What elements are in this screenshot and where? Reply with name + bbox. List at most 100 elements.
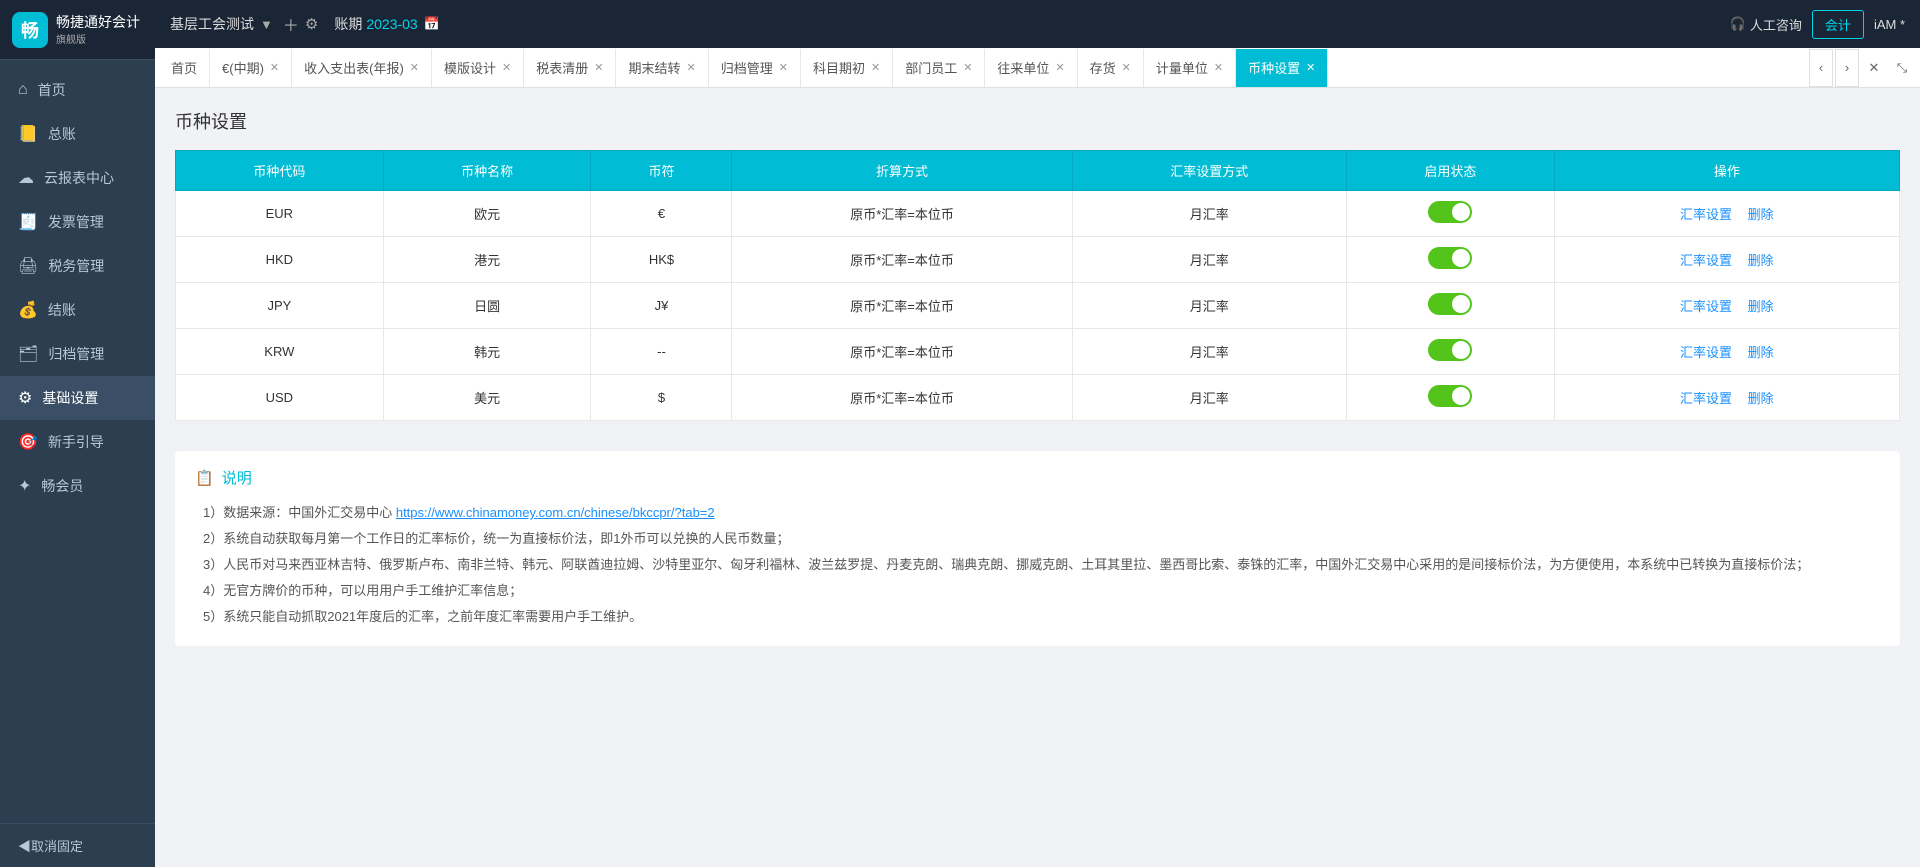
rate-settings-link[interactable]: 汇率设置 bbox=[1680, 299, 1732, 314]
delete-link[interactable]: 删除 bbox=[1748, 253, 1774, 268]
tab-home[interactable]: 首页 bbox=[159, 49, 210, 87]
add-company-icon[interactable]: ＋ bbox=[283, 12, 299, 36]
tab-close-icon[interactable]: ✕ bbox=[594, 61, 603, 74]
rate-settings-link[interactable]: 汇率设置 bbox=[1680, 253, 1732, 268]
sidebar-item-label: 发票管理 bbox=[48, 212, 104, 232]
tab-archive[interactable]: 归档管理 ✕ bbox=[709, 49, 801, 87]
main-content: 币种设置 币种代码 币种名称 币符 折算方式 汇率设置方式 启用状态 操作 EU… bbox=[155, 88, 1920, 867]
sidebar-item-guide[interactable]: 🎯 新手引导 bbox=[0, 420, 155, 464]
tab-prev-button[interactable]: ‹ bbox=[1809, 49, 1833, 87]
cell-symbol: $ bbox=[591, 375, 732, 421]
tab-income[interactable]: 收入支出表(年报) ✕ bbox=[292, 49, 432, 87]
tab-clients[interactable]: 往来单位 ✕ bbox=[985, 49, 1077, 87]
tab-close-icon[interactable]: ✕ bbox=[1122, 61, 1131, 74]
sidebar-item-member[interactable]: ✦ 畅会员 bbox=[0, 464, 155, 508]
delete-link[interactable]: 删除 bbox=[1748, 207, 1774, 222]
chinamoney-link[interactable]: https://www.chinamoney.com.cn/chinese/bk… bbox=[396, 505, 715, 520]
cell-status bbox=[1346, 329, 1554, 375]
tab-close-icon[interactable]: ✕ bbox=[687, 61, 696, 74]
app-logo: 畅 畅捷通好会计 旗舰版 bbox=[0, 0, 155, 60]
tab-subjects[interactable]: 科目期初 ✕ bbox=[801, 49, 893, 87]
delete-link[interactable]: 删除 bbox=[1748, 345, 1774, 360]
tab-next-button[interactable]: › bbox=[1835, 49, 1859, 87]
app-header: 基层工会测试 ▼ ＋ ⚙ 账期 2023-03 📅 🎧 人工咨询 会计 iAM … bbox=[155, 0, 1920, 48]
table-row: JPY 日圆 J¥ 原币*汇率=本位币 月汇率 汇率设置 删除 bbox=[176, 283, 1900, 329]
tab-inventory[interactable]: 存货 ✕ bbox=[1078, 49, 1144, 87]
sidebar-item-basic[interactable]: ⚙ 基础设置 bbox=[0, 376, 155, 420]
tab-close-icon[interactable]: ✕ bbox=[1055, 61, 1064, 74]
tab-close-all-button[interactable]: ✕ bbox=[1860, 49, 1888, 87]
cell-status bbox=[1346, 237, 1554, 283]
toggle-enabled[interactable] bbox=[1428, 201, 1472, 223]
tab-label: 税表清册 bbox=[536, 58, 588, 77]
cell-status bbox=[1346, 375, 1554, 421]
sidebar-item-tax[interactable]: 🖨 税务管理 bbox=[0, 244, 155, 288]
service-label: 人工咨询 bbox=[1750, 15, 1802, 34]
toggle-enabled[interactable] bbox=[1428, 293, 1472, 315]
rate-settings-link[interactable]: 汇率设置 bbox=[1680, 345, 1732, 360]
invoice-icon: 🧾 bbox=[18, 212, 38, 232]
cell-code: HKD bbox=[176, 237, 384, 283]
table-row: EUR 欧元 € 原币*汇率=本位币 月汇率 汇率设置 删除 bbox=[176, 191, 1900, 237]
tab-close-icon[interactable]: ✕ bbox=[1306, 61, 1315, 74]
tab-unit[interactable]: 计量单位 ✕ bbox=[1144, 49, 1236, 87]
sidebar-item-archive[interactable]: 🗂 归档管理 bbox=[0, 332, 155, 376]
cell-name: 韩元 bbox=[383, 329, 591, 375]
kuaiji-button[interactable]: 会计 bbox=[1812, 10, 1864, 39]
company-settings-icon[interactable]: ⚙ bbox=[305, 15, 318, 33]
tab-expand-button[interactable]: ⤡ bbox=[1888, 49, 1916, 87]
toggle-knob bbox=[1452, 249, 1470, 267]
tab-label: 存货 bbox=[1090, 58, 1116, 77]
col-header-calc: 折算方式 bbox=[732, 151, 1072, 191]
tab-template[interactable]: 模版设计 ✕ bbox=[432, 49, 524, 87]
col-header-code: 币种代码 bbox=[176, 151, 384, 191]
tab-close-icon[interactable]: ✕ bbox=[410, 61, 419, 74]
tab-close-icon[interactable]: ✕ bbox=[779, 61, 788, 74]
sidebar-item-home[interactable]: ⌂ 首页 bbox=[0, 68, 155, 112]
tab-close-icon[interactable]: ✕ bbox=[963, 61, 972, 74]
header-right: 🎧 人工咨询 会计 iAM * bbox=[1730, 10, 1905, 39]
note-item-5: 5）系统只能自动抓取2021年度后的汇率，之前年度汇率需要用户手工维护。 bbox=[195, 604, 1880, 630]
delete-link[interactable]: 删除 bbox=[1748, 299, 1774, 314]
toggle-enabled[interactable] bbox=[1428, 247, 1472, 269]
rate-settings-link[interactable]: 汇率设置 bbox=[1680, 391, 1732, 406]
notes-title-text: 说明 bbox=[222, 467, 252, 488]
cell-rate-method: 月汇率 bbox=[1072, 329, 1346, 375]
tab-close-icon[interactable]: ✕ bbox=[1214, 61, 1223, 74]
toggle-enabled[interactable] bbox=[1428, 339, 1472, 361]
cell-symbol: -- bbox=[591, 329, 732, 375]
toggle-enabled[interactable] bbox=[1428, 385, 1472, 407]
col-header-action: 操作 bbox=[1554, 151, 1899, 191]
tab-label: 往来单位 bbox=[997, 58, 1049, 77]
rate-settings-link[interactable]: 汇率设置 bbox=[1680, 207, 1732, 222]
tab-close-icon[interactable]: ✕ bbox=[502, 61, 511, 74]
sidebar-pin-toggle[interactable]: ◀取消固定 bbox=[0, 823, 155, 867]
service-button[interactable]: 🎧 人工咨询 bbox=[1730, 15, 1802, 34]
app-edition: 旗舰版 bbox=[56, 31, 140, 46]
col-header-rate: 汇率设置方式 bbox=[1072, 151, 1346, 191]
tab-tax[interactable]: 税表清册 ✕ bbox=[524, 49, 616, 87]
tab-period-end[interactable]: 期末结转 ✕ bbox=[616, 49, 708, 87]
tab-close-icon[interactable]: ✕ bbox=[270, 61, 279, 74]
tab-close-icon[interactable]: ✕ bbox=[871, 61, 880, 74]
company-dropdown-icon[interactable]: ▼ bbox=[260, 17, 273, 32]
cell-actions: 汇率设置 删除 bbox=[1554, 329, 1899, 375]
tab-dept[interactable]: 部门员工 ✕ bbox=[893, 49, 985, 87]
cell-calc-method: 原币*汇率=本位币 bbox=[732, 283, 1072, 329]
col-header-symbol: 币符 bbox=[591, 151, 732, 191]
tab-currency[interactable]: 币种设置 ✕ bbox=[1236, 49, 1328, 87]
table-row: HKD 港元 HK$ 原币*汇率=本位币 月汇率 汇率设置 删除 bbox=[176, 237, 1900, 283]
sidebar-item-reports[interactable]: ☁ 云报表中心 bbox=[0, 156, 155, 200]
calendar-icon[interactable]: 📅 bbox=[424, 16, 440, 32]
sidebar-item-settlement[interactable]: 💰 结账 bbox=[0, 288, 155, 332]
tab-balance[interactable]: €(中期) ✕ bbox=[210, 49, 292, 87]
cell-symbol: J¥ bbox=[591, 283, 732, 329]
note-item-3: 3）人民币对马来西亚林吉特、俄罗斯卢布、南非兰特、韩元、阿联酋迪拉姆、沙特里亚尔… bbox=[195, 552, 1880, 578]
headset-icon: 🎧 bbox=[1730, 16, 1746, 32]
cell-name: 欧元 bbox=[383, 191, 591, 237]
toggle-knob bbox=[1452, 341, 1470, 359]
sidebar-item-ledger[interactable]: 📒 总账 bbox=[0, 112, 155, 156]
delete-link[interactable]: 删除 bbox=[1748, 391, 1774, 406]
sidebar-item-invoice[interactable]: 🧾 发票管理 bbox=[0, 200, 155, 244]
page-title: 币种设置 bbox=[175, 108, 1900, 134]
